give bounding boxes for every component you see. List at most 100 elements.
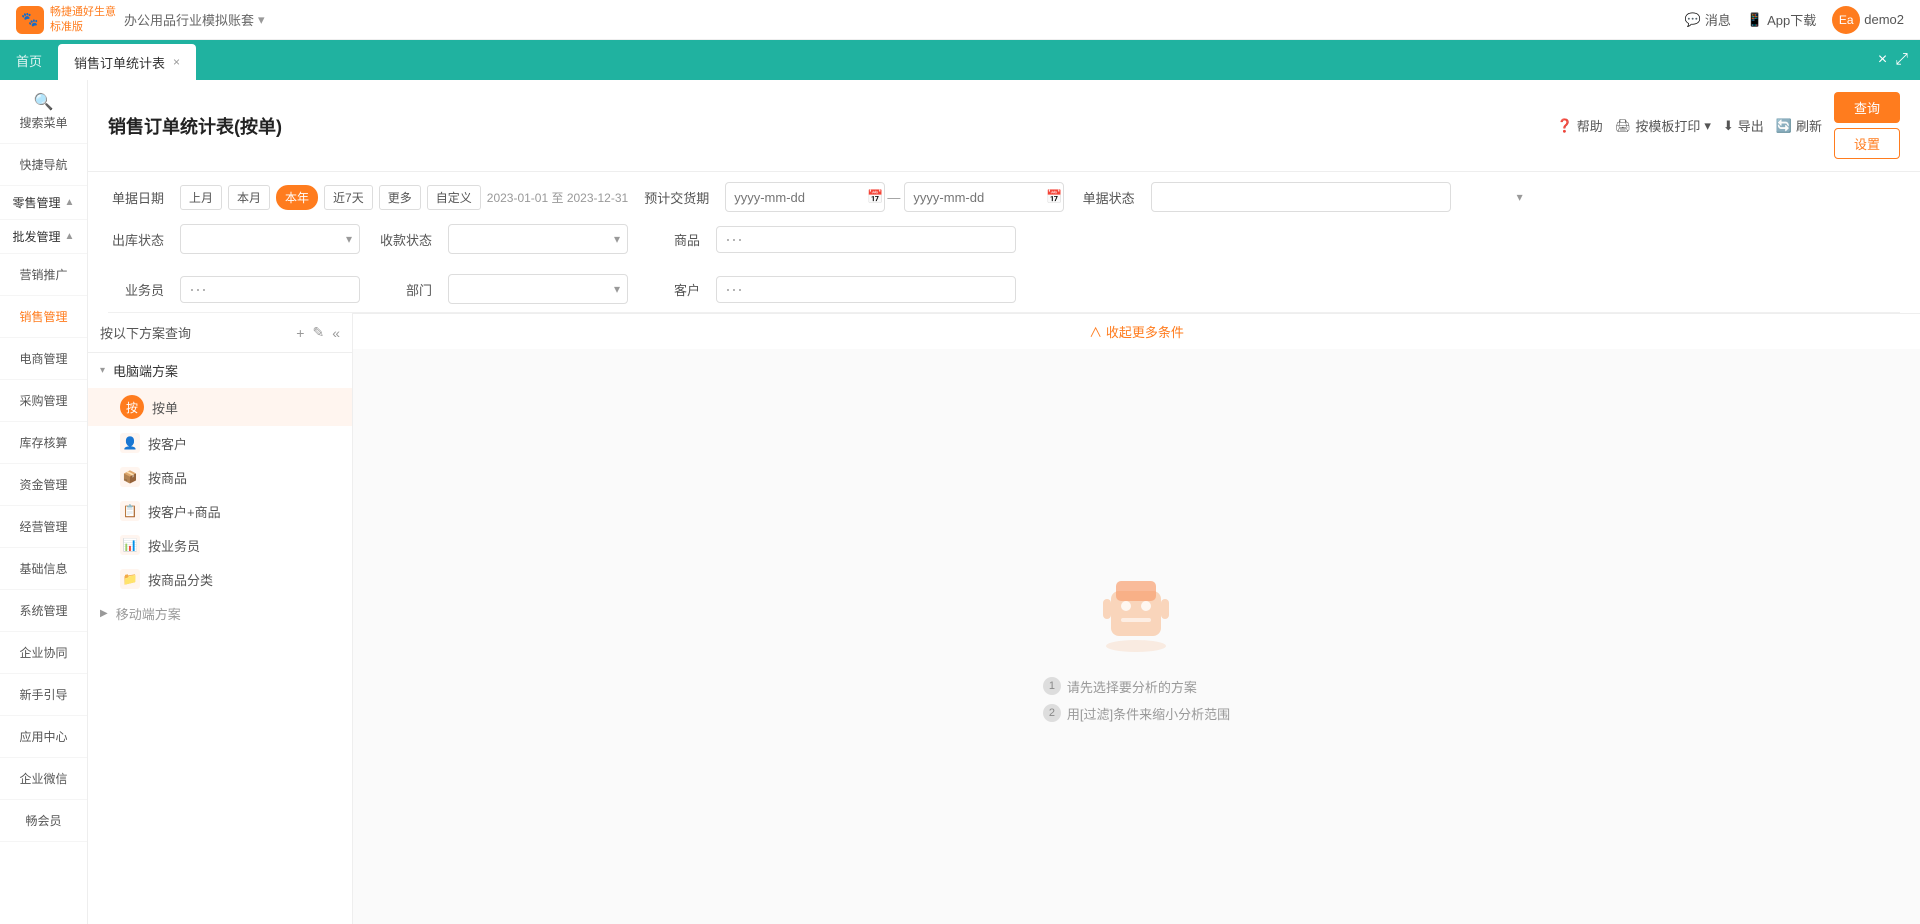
date-range-display: 2023-01-01 至 2023-12-31: [487, 189, 628, 206]
tree-item-by-customer[interactable]: 👤 按客户: [88, 426, 352, 460]
by-cg-icon: 📋: [120, 501, 140, 521]
goods-label: 商品: [644, 230, 700, 249]
state-label: 单据状态: [1079, 188, 1135, 207]
tree-mobile-section[interactable]: ▶ 移动端方案: [88, 596, 352, 631]
tree-item-by-customer-goods[interactable]: 📋 按客户+商品: [88, 494, 352, 528]
page-header: 销售订单统计表(按单) ❓ 帮助 🖨 按模板打印 ▾ ⬇ 导出 🔄 刷新: [88, 80, 1920, 172]
expected-date-picker: 📅 — 📅: [725, 182, 1062, 212]
main-content: 🔍 搜索菜单 快捷导航 零售管理 批发管理 营销推广 销售管理 电商管理 采购管…: [0, 80, 1920, 924]
btn-custom[interactable]: 自定义: [427, 185, 481, 210]
btn-this-year[interactable]: 本年: [276, 185, 318, 210]
calendar-end-icon[interactable]: 📅: [1046, 189, 1062, 205]
collapse-bar[interactable]: ∧ 收起更多条件: [353, 313, 1920, 349]
customer-select-btn[interactable]: ···: [716, 276, 1016, 303]
query-button[interactable]: 查询: [1834, 92, 1900, 123]
state-select[interactable]: [1151, 182, 1451, 212]
download-icon: 📱: [1747, 12, 1763, 28]
export-icon: ⬇: [1723, 118, 1734, 134]
user-menu[interactable]: Ea demo2: [1832, 6, 1904, 34]
empty-tip-1: 1 请先选择要分析的方案: [1043, 677, 1230, 696]
btn-last7[interactable]: 近7天: [324, 185, 373, 210]
sidebar-quick-nav[interactable]: 快捷导航: [0, 144, 87, 186]
empty-state: 1 请先选择要分析的方案 2 用[过滤]条件来缩小分析范围: [1043, 349, 1230, 924]
delivery-status-select[interactable]: [180, 224, 360, 254]
logo-icon: 🐾: [16, 6, 44, 34]
tip-num-1: 1: [1043, 677, 1061, 695]
sidebar-ecommerce[interactable]: 电商管理: [0, 338, 87, 380]
pc-section-label: 电脑端方案: [113, 361, 178, 380]
filter-section: 单据日期 上月 本月 本年 近7天 更多 自定义 2023-01-01 至 20…: [88, 172, 1920, 313]
tree-item-by-goods[interactable]: 📦 按商品: [88, 460, 352, 494]
sidebar-enterprise[interactable]: 企业协同: [0, 632, 87, 674]
print-btn[interactable]: 🖨 按模板打印 ▾: [1615, 116, 1711, 135]
message-icon: 💬: [1685, 12, 1701, 28]
message-btn[interactable]: 💬 消息: [1685, 10, 1731, 29]
sidebar-inventory[interactable]: 库存核算: [0, 422, 87, 464]
delivery-status-wrap: [180, 224, 360, 254]
sidebar: 🔍 搜索菜单 快捷导航 零售管理 批发管理 营销推广 销售管理 电商管理 采购管…: [0, 80, 88, 924]
tree-item-by-category[interactable]: 📁 按商品分类: [88, 562, 352, 596]
sidebar-marketing[interactable]: 营销推广: [0, 254, 87, 296]
tab-sales-order[interactable]: 销售订单统计表 ×: [58, 44, 196, 80]
empty-tip-2: 2 用[过滤]条件来缩小分析范围: [1043, 704, 1230, 723]
customer-label: 客户: [644, 280, 700, 299]
tree-pc-section[interactable]: ▾ 电脑端方案: [88, 353, 352, 388]
edit-scheme-icon[interactable]: ✎: [312, 324, 324, 341]
filter-row-3: 业务员 ··· 部门 客户 ···: [108, 274, 1900, 312]
sidebar-operation[interactable]: 经营管理: [0, 506, 87, 548]
mobile-section-label: 移动端方案: [116, 604, 181, 623]
sidebar-sales[interactable]: 销售管理: [0, 296, 87, 338]
print-dropdown-icon[interactable]: ▾: [1704, 118, 1711, 134]
sidebar-search[interactable]: 🔍 搜索菜单: [0, 80, 87, 144]
salesperson-select-btn[interactable]: ···: [180, 276, 360, 303]
tree-item-by-order[interactable]: 按 按单: [88, 388, 352, 426]
sidebar-appcenter[interactable]: 应用中心: [0, 716, 87, 758]
add-scheme-icon[interactable]: +: [296, 325, 304, 341]
state-select-wrap: [1151, 182, 1531, 212]
active-scheme-dot: 按: [120, 395, 144, 419]
department-select[interactable]: [448, 274, 628, 304]
app-download-btn[interactable]: 📱 App下载: [1747, 10, 1816, 29]
sidebar-newuser[interactable]: 新手引导: [0, 674, 87, 716]
btn-more[interactable]: 更多: [379, 185, 421, 210]
avatar: Ea: [1832, 6, 1860, 34]
sidebar-system[interactable]: 系统管理: [0, 590, 87, 632]
collapse-panel-icon[interactable]: «: [332, 325, 340, 341]
filter-row-1: 单据日期 上月 本月 本年 近7天 更多 自定义 2023-01-01 至 20…: [108, 172, 1900, 212]
sidebar-purchase[interactable]: 采购管理: [0, 380, 87, 422]
help-icon: ❓: [1557, 118, 1573, 134]
tab-home[interactable]: 首页: [0, 40, 58, 80]
calendar-start-icon[interactable]: 📅: [867, 189, 883, 205]
department-label: 部门: [376, 280, 432, 299]
by-customer-icon: 👤: [120, 433, 140, 453]
top-bar-right: 💬 消息 📱 App下载 Ea demo2: [1685, 6, 1904, 34]
sidebar-wholesale[interactable]: 批发管理: [0, 220, 87, 254]
sidebar-finance[interactable]: 资金管理: [0, 464, 87, 506]
sidebar-wechat[interactable]: 企业微信: [0, 758, 87, 800]
export-btn[interactable]: ⬇ 导出: [1723, 116, 1764, 135]
expected-date-end[interactable]: [904, 182, 1064, 212]
right-panel-wrapper: ∧ 收起更多条件: [353, 313, 1920, 924]
window-close-icon[interactable]: ×: [1878, 51, 1887, 69]
tab-close-icon[interactable]: ×: [173, 55, 180, 69]
payment-status-label: 收款状态: [376, 230, 432, 249]
empty-state-panel: 1 请先选择要分析的方案 2 用[过滤]条件来缩小分析范围: [353, 349, 1920, 924]
btn-this-month[interactable]: 本月: [228, 185, 270, 210]
help-btn[interactable]: ❓ 帮助: [1557, 116, 1603, 135]
goods-select-btn[interactable]: ···: [716, 226, 1016, 253]
payment-status-select[interactable]: [448, 224, 628, 254]
sidebar-retail[interactable]: 零售管理: [0, 186, 87, 220]
filter-rows: 单据日期 上月 本月 本年 近7天 更多 自定义 2023-01-01 至 20…: [108, 172, 1900, 313]
btn-last-month[interactable]: 上月: [180, 185, 222, 210]
refresh-btn[interactable]: 🔄 刷新: [1776, 116, 1822, 135]
sidebar-basic[interactable]: 基础信息: [0, 548, 87, 590]
left-panel: 按以下方案查询 + ✎ « ▾ 电脑端方案 按 按单 👤: [88, 313, 353, 924]
expected-date-start[interactable]: [725, 182, 885, 212]
window-maximize-icon[interactable]: ⤢: [1895, 51, 1908, 69]
settings-button[interactable]: 设置: [1834, 128, 1900, 159]
tree-item-by-salesperson[interactable]: 📊 按业务员: [88, 528, 352, 562]
breadcrumb-arrow[interactable]: ▾: [258, 12, 265, 28]
search-icon: 🔍: [4, 92, 83, 112]
sidebar-member[interactable]: 畅会员: [0, 800, 87, 842]
print-icon: 🖨: [1615, 118, 1632, 134]
